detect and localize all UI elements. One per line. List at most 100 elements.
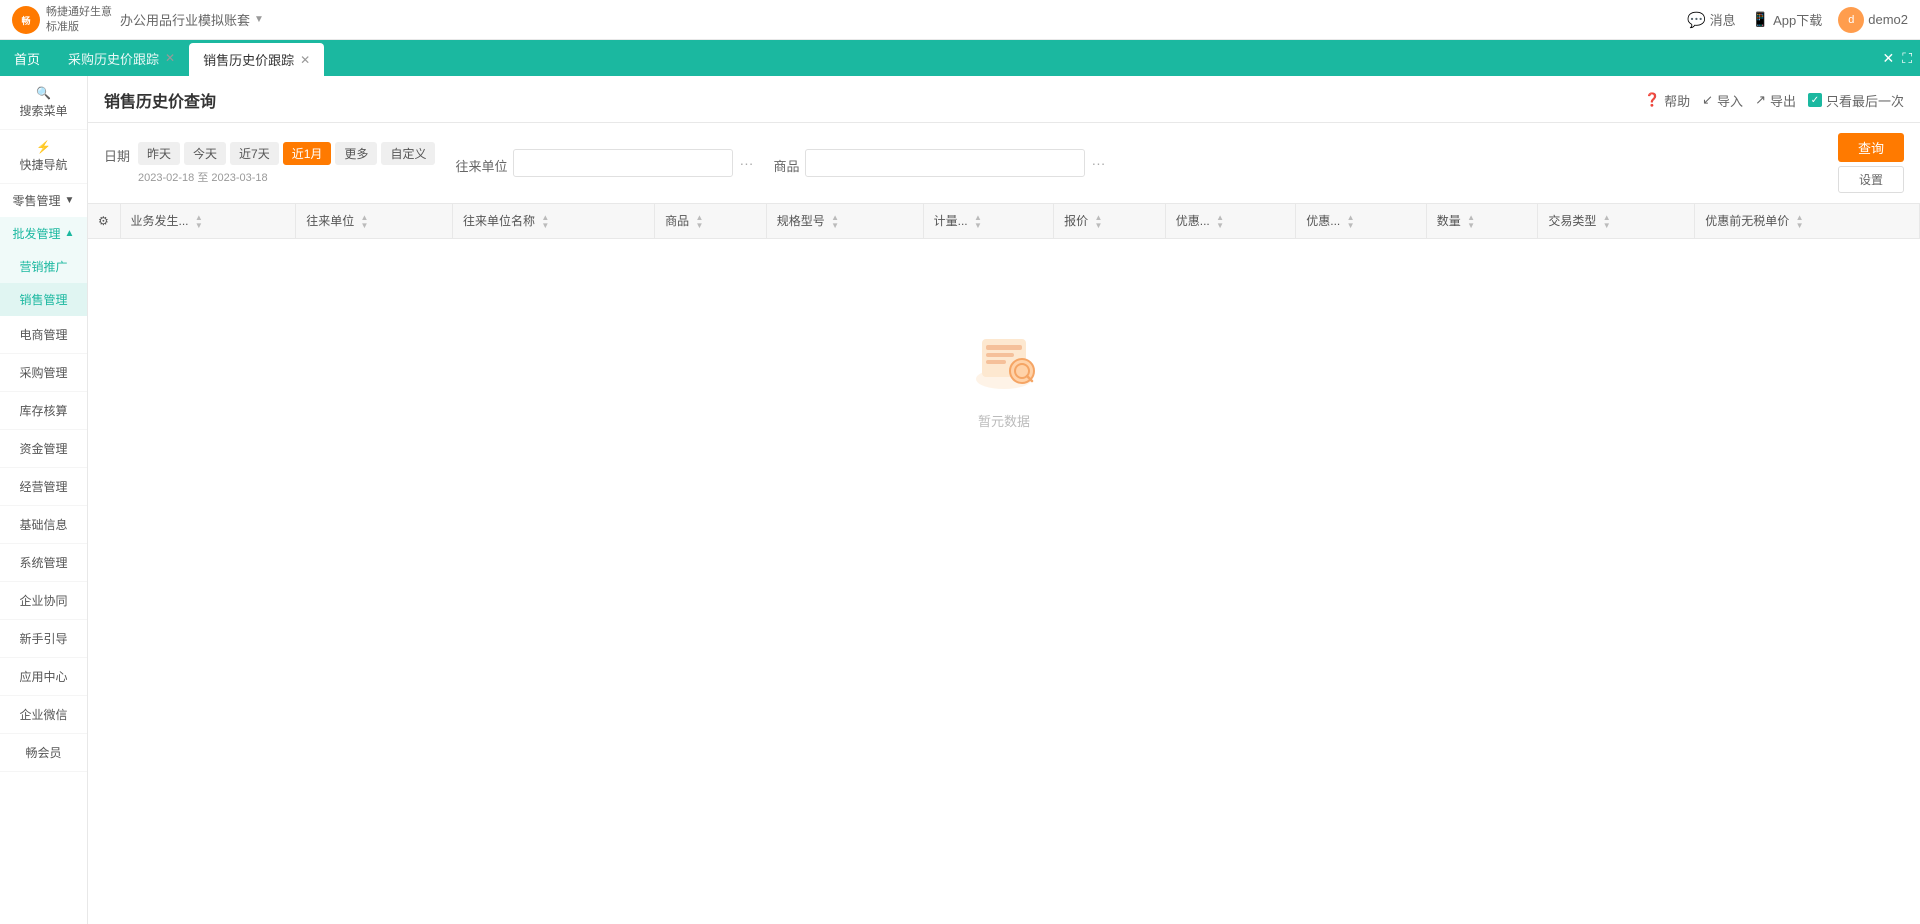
messenger-icon: 💬 [1687, 11, 1706, 29]
home-tab-label: 首页 [14, 49, 40, 68]
col-discount1[interactable]: 优惠... ▲▼ [1165, 204, 1295, 238]
sort-arrows-trade-type: ▲▼ [1603, 214, 1611, 230]
product-input[interactable] [805, 149, 1085, 177]
search-menu-icon: 🔍 [36, 86, 51, 100]
empty-text: 暂元数据 [978, 411, 1030, 430]
sidebar-item-basic-info[interactable]: 基础信息 [0, 506, 87, 544]
only-last-checkbox[interactable]: ✓ 只看最后一次 [1808, 91, 1904, 110]
sidebar-item-app-center[interactable]: 应用中心 [0, 658, 87, 696]
page-title: 销售历史价查询 [104, 88, 216, 112]
col-unit[interactable]: 计量... ▲▼ [923, 204, 1053, 238]
page-actions: ❓ 帮助 ↙ 导入 ↗ 导出 ✓ 只看最后一次 [1644, 91, 1904, 110]
tab-home[interactable]: 首页 [0, 40, 54, 76]
col-trade-type[interactable]: 交易类型 ▲▼ [1538, 204, 1695, 238]
date-filter-group: 日期 昨天 今天 近7天 近1月 更多 自定义 2023-02-18 至 202… [104, 142, 435, 185]
counterparty-filter: 往来单位 ··· [455, 149, 753, 177]
col-product[interactable]: 商品 ▲▼ [655, 204, 767, 238]
sort-arrows-discount1: ▲▼ [1216, 214, 1224, 230]
user-profile[interactable]: d demo2 [1838, 7, 1908, 33]
help-icon: ❓ [1644, 92, 1660, 108]
sort-arrows-counterparty-name: ▲▼ [541, 214, 549, 230]
sidebar-item-inventory[interactable]: 库存核算 [0, 392, 87, 430]
main-layout: 🔍 搜索菜单 ⚡ 快捷导航 零售管理 ▼ 批发管理 ▲ 营销推广 销售管理 电商… [0, 76, 1920, 924]
sort-arrows-discount2: ▲▼ [1347, 214, 1355, 230]
product-label: 商品 [773, 152, 799, 175]
date-btn-more[interactable]: 更多 [335, 142, 377, 165]
sidebar-item-finance[interactable]: 资金管理 [0, 430, 87, 468]
messenger-button[interactable]: 💬 消息 [1687, 10, 1736, 29]
sidebar-item-wechat[interactable]: 企业微信 [0, 696, 87, 734]
help-button[interactable]: ❓ 帮助 [1644, 91, 1690, 110]
sidebar-item-quick-nav[interactable]: ⚡ 快捷导航 [0, 130, 87, 184]
settings-button[interactable]: 设置 [1838, 166, 1904, 193]
app-title-area[interactable]: 办公用品行业模拟账套 ▼ [120, 10, 264, 29]
gear-icon[interactable]: ⚙ [98, 214, 109, 228]
col-discount2[interactable]: 优惠... ▲▼ [1296, 204, 1426, 238]
sidebar-item-ecommerce[interactable]: 电商管理 [0, 316, 87, 354]
dropdown-icon: ▼ [254, 14, 264, 25]
quick-nav-icon: ⚡ [36, 140, 51, 154]
tab-sales-history[interactable]: 销售历史价跟踪 ✕ [189, 43, 324, 76]
sort-arrows-quote: ▲▼ [1094, 214, 1102, 230]
tab-close-purchase[interactable]: ✕ [165, 51, 175, 65]
checkbox-icon: ✓ [1808, 93, 1822, 107]
sort-arrows-unit: ▲▼ [974, 214, 982, 230]
date-range: 2023-02-18 至 2023-03-18 [138, 169, 435, 185]
filter-actions: 查询 设置 [1838, 133, 1904, 193]
logo-area: 畅 畅捷通好生意 标准版 [12, 5, 112, 34]
table-header: ⚙ 业务发生... ▲▼ 往来单位 ▲▼ 往来单位名称 ▲▼ [88, 204, 1920, 238]
content-area: 销售历史价查询 ❓ 帮助 ↙ 导入 ↗ 导出 ✓ [88, 76, 1920, 924]
date-btn-today[interactable]: 今天 [184, 142, 226, 165]
sidebar: 🔍 搜索菜单 ⚡ 快捷导航 零售管理 ▼ 批发管理 ▲ 营销推广 销售管理 电商… [0, 76, 88, 924]
tab-purchase-history[interactable]: 采购历史价跟踪 ✕ [54, 40, 189, 76]
product-filter: 商品 ··· [773, 149, 1105, 177]
tab-close-sales[interactable]: ✕ [300, 53, 310, 67]
col-qty[interactable]: 数量 ▲▼ [1426, 204, 1538, 238]
col-quote[interactable]: 报价 ▲▼ [1054, 204, 1166, 238]
col-spec[interactable]: 规格型号 ▲▼ [766, 204, 923, 238]
date-btn-last7days[interactable]: 近7天 [230, 142, 279, 165]
sidebar-item-marketing[interactable]: 营销推广 [0, 250, 87, 283]
maximize-icon[interactable]: ⛶ [1902, 50, 1912, 67]
logo-svg: 畅 [17, 11, 35, 29]
sidebar-item-guide[interactable]: 新手引导 [0, 620, 87, 658]
col-gear[interactable]: ⚙ [88, 204, 120, 238]
counterparty-ellipsis[interactable]: ··· [739, 155, 753, 171]
col-pretax[interactable]: 优惠前无税单价 ▲▼ [1695, 204, 1920, 238]
import-button[interactable]: ↙ 导入 [1702, 91, 1743, 110]
app-download-button[interactable]: 📱 App下载 [1752, 10, 1823, 29]
query-button[interactable]: 查询 [1838, 133, 1904, 162]
top-bar: 畅 畅捷通好生意 标准版 办公用品行业模拟账套 ▼ 💬 消息 📱 App下载 d… [0, 0, 1920, 40]
date-btn-yesterday[interactable]: 昨天 [138, 142, 180, 165]
logo-icon: 畅 [12, 6, 40, 34]
close-window-icon[interactable]: ✕ [1882, 50, 1894, 67]
counterparty-label: 往来单位 [455, 152, 507, 175]
date-btn-last1month[interactable]: 近1月 [283, 142, 332, 165]
import-icon: ↙ [1702, 92, 1713, 108]
sidebar-item-member[interactable]: 畅会员 [0, 734, 87, 772]
export-button[interactable]: ↗ 导出 [1755, 91, 1796, 110]
sidebar-item-wholesale[interactable]: 批发管理 ▲ [0, 217, 87, 250]
counterparty-input[interactable] [513, 149, 733, 177]
sidebar-item-search-menu[interactable]: 🔍 搜索菜单 [0, 76, 87, 130]
col-biz-date[interactable]: 业务发生... ▲▼ [120, 204, 296, 238]
sort-arrows-product: ▲▼ [695, 214, 703, 230]
sort-arrows-spec: ▲▼ [831, 214, 839, 230]
date-label: 日期 [104, 142, 130, 165]
sidebar-item-purchase[interactable]: 采购管理 [0, 354, 87, 392]
sort-arrows-biz-date: ▲▼ [195, 214, 203, 230]
sidebar-item-enterprise[interactable]: 企业协同 [0, 582, 87, 620]
sidebar-item-operations[interactable]: 经营管理 [0, 468, 87, 506]
wholesale-arrow-icon: ▲ [65, 228, 75, 239]
date-options: 昨天 今天 近7天 近1月 更多 自定义 2023-02-18 至 2023-0… [138, 142, 435, 185]
page-header: 销售历史价查询 ❓ 帮助 ↙ 导入 ↗ 导出 ✓ [88, 76, 1920, 123]
sidebar-item-retail[interactable]: 零售管理 ▼ [0, 184, 87, 217]
tab-bar: 首页 采购历史价跟踪 ✕ 销售历史价跟踪 ✕ ✕ ⛶ [0, 40, 1920, 76]
sidebar-item-sales-mgmt[interactable]: 销售管理 [0, 283, 87, 316]
sidebar-item-system[interactable]: 系统管理 [0, 544, 87, 582]
col-counterparty[interactable]: 往来单位 ▲▼ [296, 204, 453, 238]
date-btn-custom[interactable]: 自定义 [381, 142, 435, 165]
col-counterparty-name[interactable]: 往来单位名称 ▲▼ [453, 204, 655, 238]
product-ellipsis[interactable]: ··· [1091, 155, 1105, 171]
filter-row: 日期 昨天 今天 近7天 近1月 更多 自定义 2023-02-18 至 202… [88, 123, 1920, 204]
